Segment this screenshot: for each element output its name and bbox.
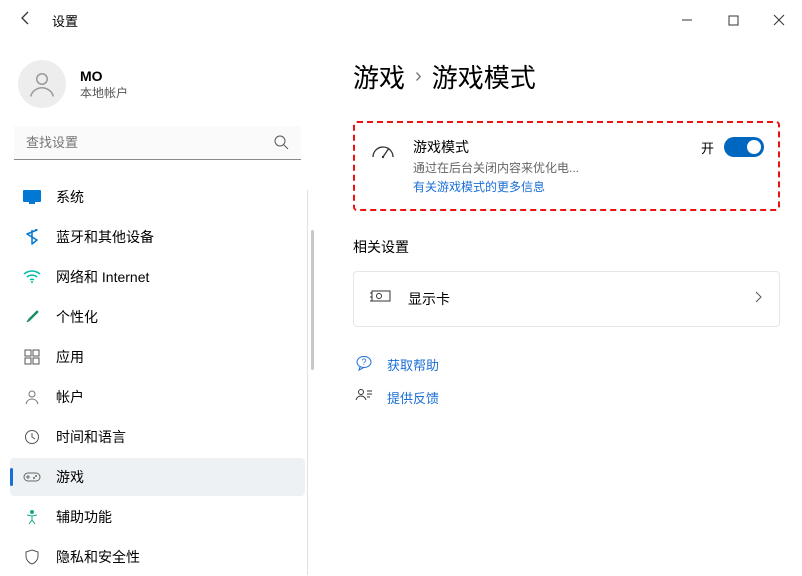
breadcrumb: 游戏 › 游戏模式 — [353, 58, 780, 95]
nav-apps[interactable]: 应用 — [10, 338, 305, 376]
nav-label: 系统 — [56, 187, 84, 207]
help-label: 获取帮助 — [387, 355, 439, 374]
help-icon: ? — [355, 355, 373, 374]
maximize-button[interactable] — [710, 0, 756, 40]
nav-accessibility[interactable]: 辅助功能 — [10, 498, 305, 536]
nav-label: 辅助功能 — [56, 507, 112, 527]
sidebar: MO 本地帐户 系统 蓝牙和其他设备 网络和 Internet — [0, 40, 315, 575]
nav-label: 蓝牙和其他设备 — [56, 227, 154, 247]
related-heading: 相关设置 — [353, 237, 780, 257]
breadcrumb-parent[interactable]: 游戏 — [353, 58, 405, 95]
profile-block[interactable]: MO 本地帐户 — [10, 52, 305, 126]
gpu-icon — [370, 289, 392, 310]
nav-privacy[interactable]: 隐私和安全性 — [10, 538, 305, 576]
nav-personalization[interactable]: 个性化 — [10, 298, 305, 336]
window-title: 设置 — [52, 11, 78, 30]
nav-gaming[interactable]: 游戏 — [10, 458, 305, 496]
wifi-icon — [22, 270, 42, 284]
user-icon — [22, 389, 42, 405]
nav-label: 应用 — [56, 347, 84, 367]
nav-label: 帐户 — [56, 387, 84, 407]
minimize-button[interactable] — [664, 0, 710, 40]
nav-list: 系统 蓝牙和其他设备 网络和 Internet 个性化 应用 帐户 — [10, 178, 305, 576]
content: 游戏 › 游戏模式 游戏模式 通过在后台关闭内容来优化电... 有关游戏模式的更… — [315, 40, 802, 575]
chevron-right-icon — [755, 290, 763, 308]
gamemode-link[interactable]: 有关游戏模式的更多信息 — [413, 178, 685, 195]
display-card-label: 显示卡 — [408, 289, 739, 309]
breadcrumb-current: 游戏模式 — [432, 58, 536, 95]
svg-text:?: ? — [361, 357, 366, 367]
feedback-link[interactable]: 提供反馈 — [355, 388, 780, 407]
help-link[interactable]: ? 获取帮助 — [355, 355, 780, 374]
nav-network[interactable]: 网络和 Internet — [10, 258, 305, 296]
nav-label: 时间和语言 — [56, 427, 126, 447]
bluetooth-icon — [22, 229, 42, 245]
feedback-label: 提供反馈 — [387, 388, 439, 407]
scrollbar-thumb[interactable] — [311, 230, 314, 370]
nav-system[interactable]: 系统 — [10, 178, 305, 216]
nav-accounts[interactable]: 帐户 — [10, 378, 305, 416]
avatar — [18, 60, 66, 108]
brush-icon — [22, 309, 42, 325]
monitor-icon — [22, 190, 42, 204]
gamemode-desc: 通过在后台关闭内容来优化电... — [413, 159, 685, 176]
search-input[interactable] — [14, 126, 301, 160]
speed-icon — [369, 141, 397, 159]
toggle-state-label: 开 — [701, 138, 714, 157]
gamemode-title: 游戏模式 — [413, 137, 685, 157]
profile-subtitle: 本地帐户 — [80, 84, 128, 101]
search-icon — [273, 134, 289, 155]
nav-label: 个性化 — [56, 307, 98, 327]
display-card[interactable]: 显示卡 — [353, 271, 780, 327]
nav-label: 游戏 — [56, 467, 84, 487]
close-button[interactable] — [756, 0, 802, 40]
shield-icon — [22, 549, 42, 565]
nav-time[interactable]: 时间和语言 — [10, 418, 305, 456]
back-button[interactable] — [18, 10, 34, 31]
feedback-icon — [355, 388, 373, 407]
nav-label: 隐私和安全性 — [56, 547, 140, 567]
profile-name: MO — [80, 68, 128, 84]
clock-icon — [22, 429, 42, 445]
nav-label: 网络和 Internet — [56, 267, 149, 287]
apps-icon — [22, 349, 42, 365]
chevron-right-icon: › — [415, 65, 422, 88]
gamepad-icon — [22, 471, 42, 483]
accessibility-icon — [22, 509, 42, 525]
gamemode-panel: 游戏模式 通过在后台关闭内容来优化电... 有关游戏模式的更多信息 开 — [353, 121, 780, 211]
gamemode-toggle[interactable] — [724, 137, 764, 157]
nav-bluetooth[interactable]: 蓝牙和其他设备 — [10, 218, 305, 256]
titlebar: 设置 — [0, 0, 802, 40]
